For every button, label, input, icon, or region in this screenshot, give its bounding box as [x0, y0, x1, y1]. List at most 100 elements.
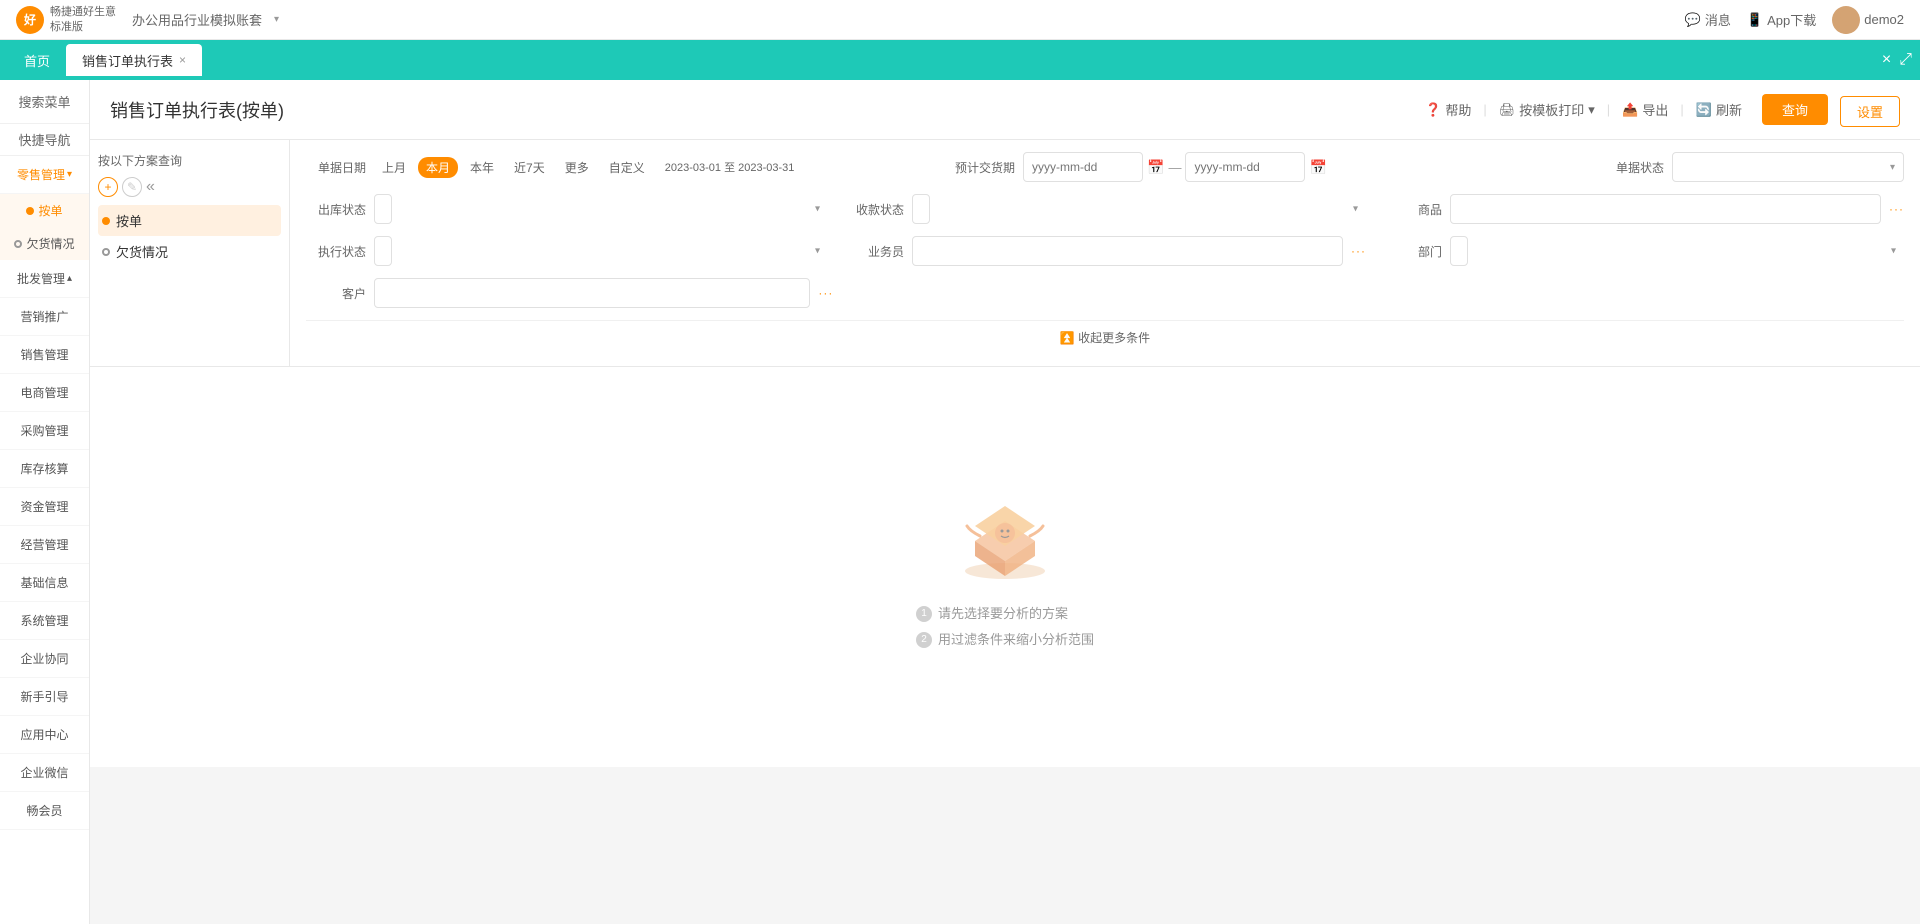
collapse-scheme-button[interactable]: «	[146, 178, 155, 196]
sidebar-item-enterprise[interactable]: 企业协同	[0, 640, 89, 678]
search-button[interactable]: 查询	[1762, 94, 1828, 125]
tab-home[interactable]: 首页	[8, 44, 66, 76]
app-download-button[interactable]: 📱 App下载	[1747, 10, 1816, 29]
empty-tips: 1 请先选择要分析的方案 2 用过滤条件来缩小分析范围	[916, 601, 1094, 653]
out-status-select[interactable]	[374, 194, 392, 224]
dept-select-wrap	[1450, 236, 1904, 266]
expected-date-start-input[interactable]	[1023, 152, 1143, 182]
expected-date-end-input[interactable]	[1185, 152, 1305, 182]
message-icon: 💬	[1685, 12, 1701, 28]
dept-select[interactable]	[1450, 236, 1468, 266]
date-tab-last-month[interactable]: 上月	[374, 157, 414, 178]
goods-more-icon[interactable]: ···	[1889, 202, 1904, 216]
help-button[interactable]: ❓ 帮助	[1425, 100, 1471, 119]
sidebar-item-finance[interactable]: 资金管理	[0, 488, 89, 526]
sidebar-item-wholesale[interactable]: 批发管理 ▴	[0, 260, 89, 298]
date-tab-7days[interactable]: 近7天	[506, 157, 553, 178]
date-tab-custom[interactable]: 自定义	[601, 157, 653, 178]
order-status-label: 单据状态	[1604, 159, 1664, 176]
username-label: demo2	[1864, 12, 1904, 27]
exec-status-select[interactable]	[374, 236, 392, 266]
sidebar-item-retail[interactable]: 零售管理 ▾	[0, 156, 89, 194]
date-tab-more[interactable]: 更多	[557, 157, 597, 178]
tab-bar-right-actions: × ⤢	[1882, 51, 1912, 69]
date-tab-this-month[interactable]: 本月	[418, 157, 458, 178]
sidebar-item-ecommerce[interactable]: 电商管理	[0, 374, 89, 412]
logo-area: 好 畅捷通好生意 标准版	[16, 5, 116, 34]
filter-left-actions: + ✎ «	[98, 177, 281, 197]
salesman-more-icon[interactable]: ···	[1351, 244, 1366, 258]
scheme-active-dot	[102, 217, 110, 225]
sidebar-item-wechat[interactable]: 企业微信	[0, 754, 89, 792]
customer-input[interactable]	[374, 278, 810, 308]
calendar-end-icon[interactable]: 📅	[1309, 159, 1326, 176]
goods-label: 商品	[1382, 201, 1442, 218]
date-tab-this-year[interactable]: 本年	[462, 157, 502, 178]
order-status-select[interactable]: ▾	[1672, 152, 1904, 182]
sidebar-search-area: 搜索菜单	[0, 80, 89, 124]
calendar-start-icon[interactable]: 📅	[1147, 159, 1164, 176]
empty-state: 1 请先选择要分析的方案 2 用过滤条件来缩小分析范围	[90, 367, 1920, 767]
filter-scheme-by-order[interactable]: 按单	[98, 205, 281, 236]
sidebar-item-basics[interactable]: 基础信息	[0, 564, 89, 602]
out-status-select-wrap	[374, 194, 828, 224]
print-button[interactable]: 🖨 按模板打印 ▾	[1499, 100, 1595, 119]
search-menu-button[interactable]: 搜索菜单	[8, 88, 81, 115]
customer-more-icon[interactable]: ···	[818, 286, 833, 300]
sidebar-quick-nav[interactable]: 快捷导航	[0, 124, 89, 156]
divider1: |	[1483, 102, 1486, 117]
help-icon: ❓	[1425, 102, 1441, 118]
sidebar: 搜索菜单 快捷导航 零售管理 ▾ 按单 欠货情况 批发管理 ▴ 营销推广	[0, 80, 90, 924]
active-dot-icon	[26, 207, 34, 215]
sidebar-item-operations[interactable]: 经营管理	[0, 526, 89, 564]
filter-row-4: 客户 ···	[306, 278, 1904, 308]
collapse-conditions-button[interactable]: ⏫ 收起更多条件	[306, 320, 1904, 354]
tab-sales-order-exec[interactable]: 销售订单执行表 ×	[66, 44, 202, 76]
set-button[interactable]: 设置	[1840, 96, 1900, 127]
sidebar-item-app-center[interactable]: 应用中心	[0, 716, 89, 754]
filter-right: 单据日期 上月 本月 本年 近7天 更多 自定义 2023-03-01 至 20…	[290, 140, 1920, 366]
salesman-input[interactable]	[912, 236, 1343, 266]
sidebar-item-system[interactable]: 系统管理	[0, 602, 89, 640]
filter-field-out-status: 出库状态	[306, 194, 828, 224]
edit-scheme-button[interactable]: ✎	[122, 177, 142, 197]
tab-close-icon[interactable]: ×	[179, 53, 186, 67]
filter-scheme-shortage[interactable]: 欠货情况	[98, 236, 281, 267]
sidebar-sub-item-shortage[interactable]: 欠货情况	[0, 227, 89, 260]
app-title: 办公用品行业模拟账套	[132, 10, 262, 29]
sidebar-item-sales[interactable]: 销售管理	[0, 336, 89, 374]
sidebar-item-inventory[interactable]: 库存核算	[0, 450, 89, 488]
expected-date-label: 预计交货期	[955, 159, 1015, 176]
page-actions: ❓ 帮助 | 🖨 按模板打印 ▾ | 📤 导出 | 🔄 刷新	[1425, 92, 1900, 127]
sidebar-item-newbie[interactable]: 新手引导	[0, 678, 89, 716]
divider2: |	[1607, 102, 1610, 117]
sidebar-item-purchase[interactable]: 采购管理	[0, 412, 89, 450]
message-button[interactable]: 💬 消息	[1685, 10, 1731, 29]
empty-tip-1: 1 请先选择要分析的方案	[916, 601, 1094, 627]
fullscreen-button[interactable]: ⤢	[1899, 51, 1912, 69]
tip-num-2: 2	[916, 632, 932, 648]
avatar	[1832, 6, 1860, 34]
filter-field-exec-status: 执行状态	[306, 236, 828, 266]
add-scheme-button[interactable]: +	[98, 177, 118, 197]
filter-field-date: 单据日期 上月 本月 本年 近7天 更多 自定义 2023-03-01 至 20…	[306, 157, 939, 178]
empty-svg	[945, 481, 1065, 581]
app-title-dropdown-icon[interactable]: ▾	[274, 14, 279, 25]
date-separator: —	[1168, 160, 1181, 175]
empty-tip-2: 2 用过滤条件来缩小分析范围	[916, 627, 1094, 653]
sidebar-item-member[interactable]: 畅会员	[0, 792, 89, 830]
customer-label: 客户	[306, 285, 366, 302]
goods-input[interactable]	[1450, 194, 1881, 224]
export-button[interactable]: 📤 导出	[1622, 100, 1668, 119]
sidebar-item-marketing[interactable]: 营销推广	[0, 298, 89, 336]
collect-status-label: 收款状态	[844, 201, 904, 218]
exec-status-select-wrap	[374, 236, 828, 266]
refresh-button[interactable]: 🔄 刷新	[1696, 100, 1742, 119]
filter-row-2: 出库状态 收款状态 商品 ···	[306, 194, 1904, 224]
collect-status-select[interactable]	[912, 194, 930, 224]
sidebar-sub-retail: 按单 欠货情况	[0, 194, 89, 260]
logo-text: 畅捷通好生意 标准版	[50, 5, 116, 34]
close-window-button[interactable]: ×	[1882, 51, 1891, 69]
sidebar-sub-item-by-order[interactable]: 按单	[0, 194, 89, 227]
user-avatar-button[interactable]: demo2	[1832, 6, 1904, 34]
